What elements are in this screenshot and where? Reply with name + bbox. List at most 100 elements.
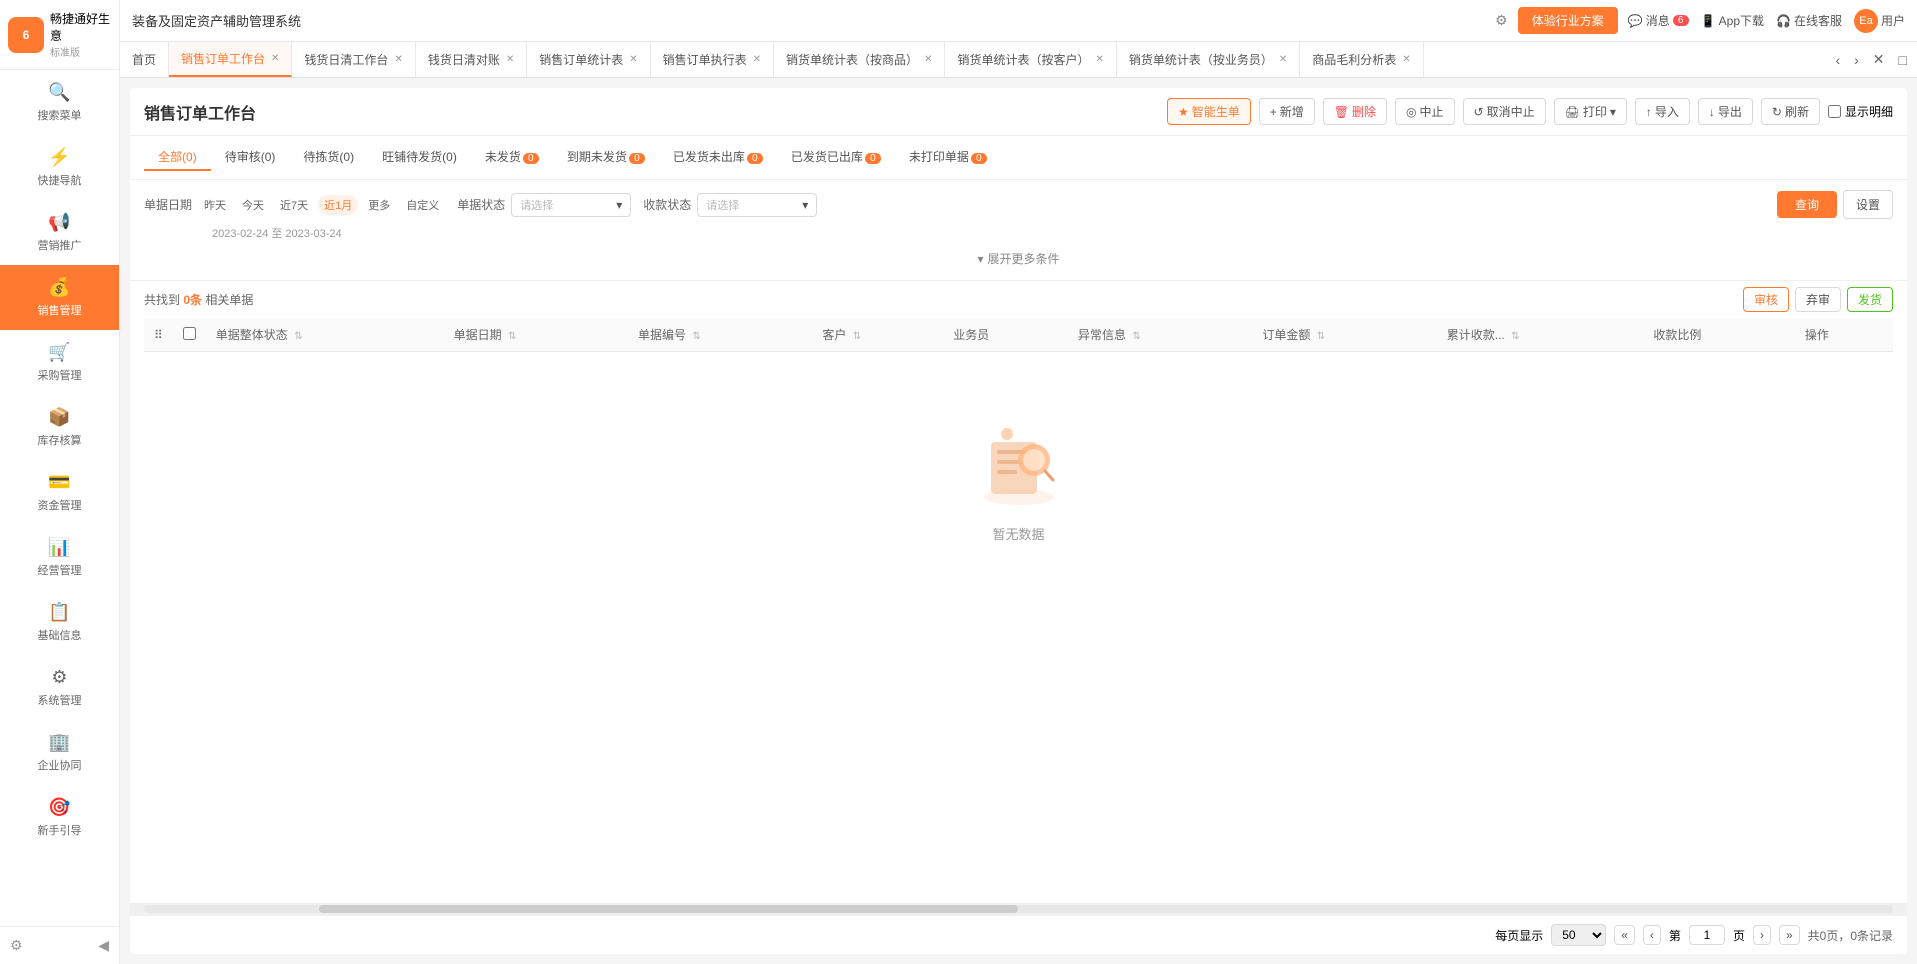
date-custom-btn[interactable]: 自定义 [400, 195, 445, 215]
tab-close-icon[interactable]: ✕ [271, 53, 279, 64]
user-menu-btn[interactable]: Ea 用户 [1854, 9, 1905, 33]
detail-checkbox[interactable] [1828, 105, 1841, 118]
prev-page-btn[interactable]: ‹ [1643, 925, 1661, 945]
new-button[interactable]: + 新增 [1259, 98, 1315, 125]
date-7days-btn[interactable]: 近7天 [274, 195, 314, 215]
stop-button[interactable]: ◎ 中止 [1395, 98, 1455, 125]
trash-icon: 🗑 [1334, 105, 1349, 119]
header-settings-icon[interactable]: ⚙ [1495, 12, 1508, 29]
filter-tab-overdue[interactable]: 到期未发货0 [553, 144, 659, 171]
th-status: 单据整体状态 ⇅ [206, 318, 444, 352]
tab-close-icon[interactable]: ✕ [1402, 54, 1410, 65]
tab-prev-btn[interactable]: ‹ [1829, 50, 1846, 70]
filter-tab-shipped-not-out[interactable]: 已发货未出库0 [659, 144, 777, 171]
tab-close-icon[interactable]: ✕ [924, 54, 932, 65]
settings-footer-btn[interactable]: ⚙ [10, 937, 23, 954]
sort-icon[interactable]: ⇅ [692, 331, 700, 342]
filter-tab-pending-inspect[interactable]: 待拣货(0) [289, 144, 368, 171]
app-download-btn[interactable]: 📱 App下载 [1701, 12, 1764, 29]
money-icon: 💰 [48, 277, 70, 298]
export-button[interactable]: ↓ 导出 [1698, 98, 1753, 125]
th-staff: 业务员 [943, 318, 1068, 352]
sort-icon[interactable]: ⇅ [508, 331, 516, 342]
sidebar-item-guide[interactable]: 🎯 新手引导 [0, 785, 119, 850]
collapse-btn[interactable]: ◀ [98, 937, 109, 954]
filter-tab-not-shipped[interactable]: 未发货0 [471, 144, 553, 171]
tab-cash-reconcile[interactable]: 钱货日清对账 ✕ [416, 42, 527, 77]
horizontal-scrollbar[interactable] [130, 903, 1907, 915]
tab-home[interactable]: 首页 [120, 42, 169, 77]
ship-button[interactable]: 发货 [1847, 287, 1893, 312]
tab-product-margin[interactable]: 商品毛利分析表 ✕ [1300, 42, 1423, 77]
tab-close-icon[interactable]: ✕ [1279, 54, 1287, 65]
sidebar-item-basic-info[interactable]: 📋 基础信息 [0, 590, 119, 655]
tab-close-icon[interactable]: ✕ [629, 54, 637, 65]
tab-sales-exec[interactable]: 销售订单执行表 ✕ [651, 42, 774, 77]
date-more-btn[interactable]: 更多 [362, 195, 396, 215]
detail-checkbox-label[interactable]: 显示明细 [1828, 103, 1893, 120]
tab-close-all-btn[interactable]: ✕ [1867, 49, 1891, 70]
filter-tab-not-printed[interactable]: 未打印单据0 [895, 144, 1001, 171]
sidebar-item-marketing[interactable]: 📢 营销推广 [0, 200, 119, 265]
sort-icon[interactable]: ⇅ [294, 331, 302, 342]
next-page-btn[interactable]: › [1753, 925, 1771, 945]
query-button[interactable]: 查询 [1777, 191, 1837, 218]
tab-close-icon[interactable]: ✕ [506, 54, 514, 65]
print-button[interactable]: 🖨 打印 ▾ [1554, 98, 1627, 125]
page-number-input[interactable] [1689, 925, 1725, 945]
tab-close-icon[interactable]: ✕ [394, 54, 402, 65]
sidebar-item-purchase[interactable]: 🛒 采购管理 [0, 330, 119, 395]
sidebar-item-inventory[interactable]: 📦 库存核算 [0, 395, 119, 460]
tab-close-icon[interactable]: ✕ [1095, 54, 1103, 65]
status-select[interactable]: 请选择 ▾ [511, 193, 631, 217]
messages-btn[interactable]: 💬 消息 6 [1628, 12, 1689, 29]
date-yesterday-btn[interactable]: 昨天 [198, 195, 232, 215]
tab-sales-order[interactable]: 销售订单工作台 ✕ [169, 42, 292, 77]
tab-sales-summary-product[interactable]: 销货单统计表（按商品） ✕ [774, 42, 945, 77]
set-button[interactable]: 设置 [1843, 190, 1893, 219]
select-all-checkbox[interactable] [183, 327, 196, 340]
last-page-btn[interactable]: » [1779, 925, 1800, 945]
date-today-btn[interactable]: 今天 [236, 195, 270, 215]
sidebar-item-quick-nav[interactable]: ⚡ 快捷导航 [0, 135, 119, 200]
tab-sales-summary-staff[interactable]: 销货单统计表（按业务员） ✕ [1117, 42, 1300, 77]
tab-cash-daily[interactable]: 钱货日清工作台 ✕ [292, 42, 415, 77]
sidebar-item-system[interactable]: ⚙ 系统管理 [0, 655, 119, 720]
sidebar-item-operations[interactable]: 📊 经营管理 [0, 525, 119, 590]
import-button[interactable]: ↑ 导入 [1635, 98, 1690, 125]
tab-label: 销货单统计表（按商品） [786, 51, 918, 68]
sidebar-item-search[interactable]: 🔍 搜索菜单 [0, 70, 119, 135]
filter-tab-shipped-out[interactable]: 已发货已出库0 [777, 144, 895, 171]
smart-create-button[interactable]: ★ 智能生单 [1167, 98, 1251, 125]
first-page-btn[interactable]: « [1614, 925, 1635, 945]
delete-button[interactable]: 🗑 删除 [1323, 98, 1387, 125]
sidebar-item-enterprise[interactable]: 🏢 企业协同 [0, 720, 119, 785]
cancel-stop-button[interactable]: ↺ 取消中止 [1463, 98, 1546, 125]
filter-tab-pending-review[interactable]: 待审核(0) [211, 144, 290, 171]
expand-conditions-btn[interactable]: ▾ 展开更多条件 [969, 247, 1067, 270]
audit-button[interactable]: 审核 [1743, 287, 1789, 312]
scrollbar-thumb[interactable] [319, 905, 1019, 913]
sort-icon[interactable]: ⇅ [1317, 331, 1325, 342]
sort-icon[interactable]: ⇅ [1511, 331, 1519, 342]
sidebar-item-finance[interactable]: 💳 资金管理 [0, 460, 119, 525]
sidebar-item-sales[interactable]: 💰 销售管理 [0, 265, 119, 330]
experience-button[interactable]: 体验行业方案 [1518, 7, 1618, 34]
payment-select[interactable]: 请选择 ▾ [697, 193, 817, 217]
cancel-audit-button[interactable]: 弃审 [1795, 287, 1841, 312]
date-1month-btn[interactable]: 近1月 [318, 195, 358, 215]
online-service-btn[interactable]: 🎧 在线客服 [1776, 12, 1842, 29]
tab-sales-summary-customer[interactable]: 销货单统计表（按客户） ✕ [945, 42, 1116, 77]
tab-sales-stat[interactable]: 销售订单统计表 ✕ [527, 42, 650, 77]
refresh-button[interactable]: ↻ 刷新 [1761, 98, 1820, 125]
logo-icon: 6 [8, 17, 44, 53]
tab-next-btn[interactable]: › [1848, 50, 1865, 70]
tab-maximize-btn[interactable]: □ [1893, 50, 1913, 70]
tab-close-icon[interactable]: ✕ [753, 54, 761, 65]
page-suffix: 页 [1733, 927, 1745, 944]
sort-icon[interactable]: ⇅ [1132, 331, 1140, 342]
filter-tab-all[interactable]: 全部(0) [144, 144, 211, 171]
filter-tab-wangpu[interactable]: 旺铺待发货(0) [368, 144, 471, 171]
page-size-select[interactable]: 50 100 200 [1551, 924, 1606, 946]
sort-icon[interactable]: ⇅ [853, 331, 861, 342]
